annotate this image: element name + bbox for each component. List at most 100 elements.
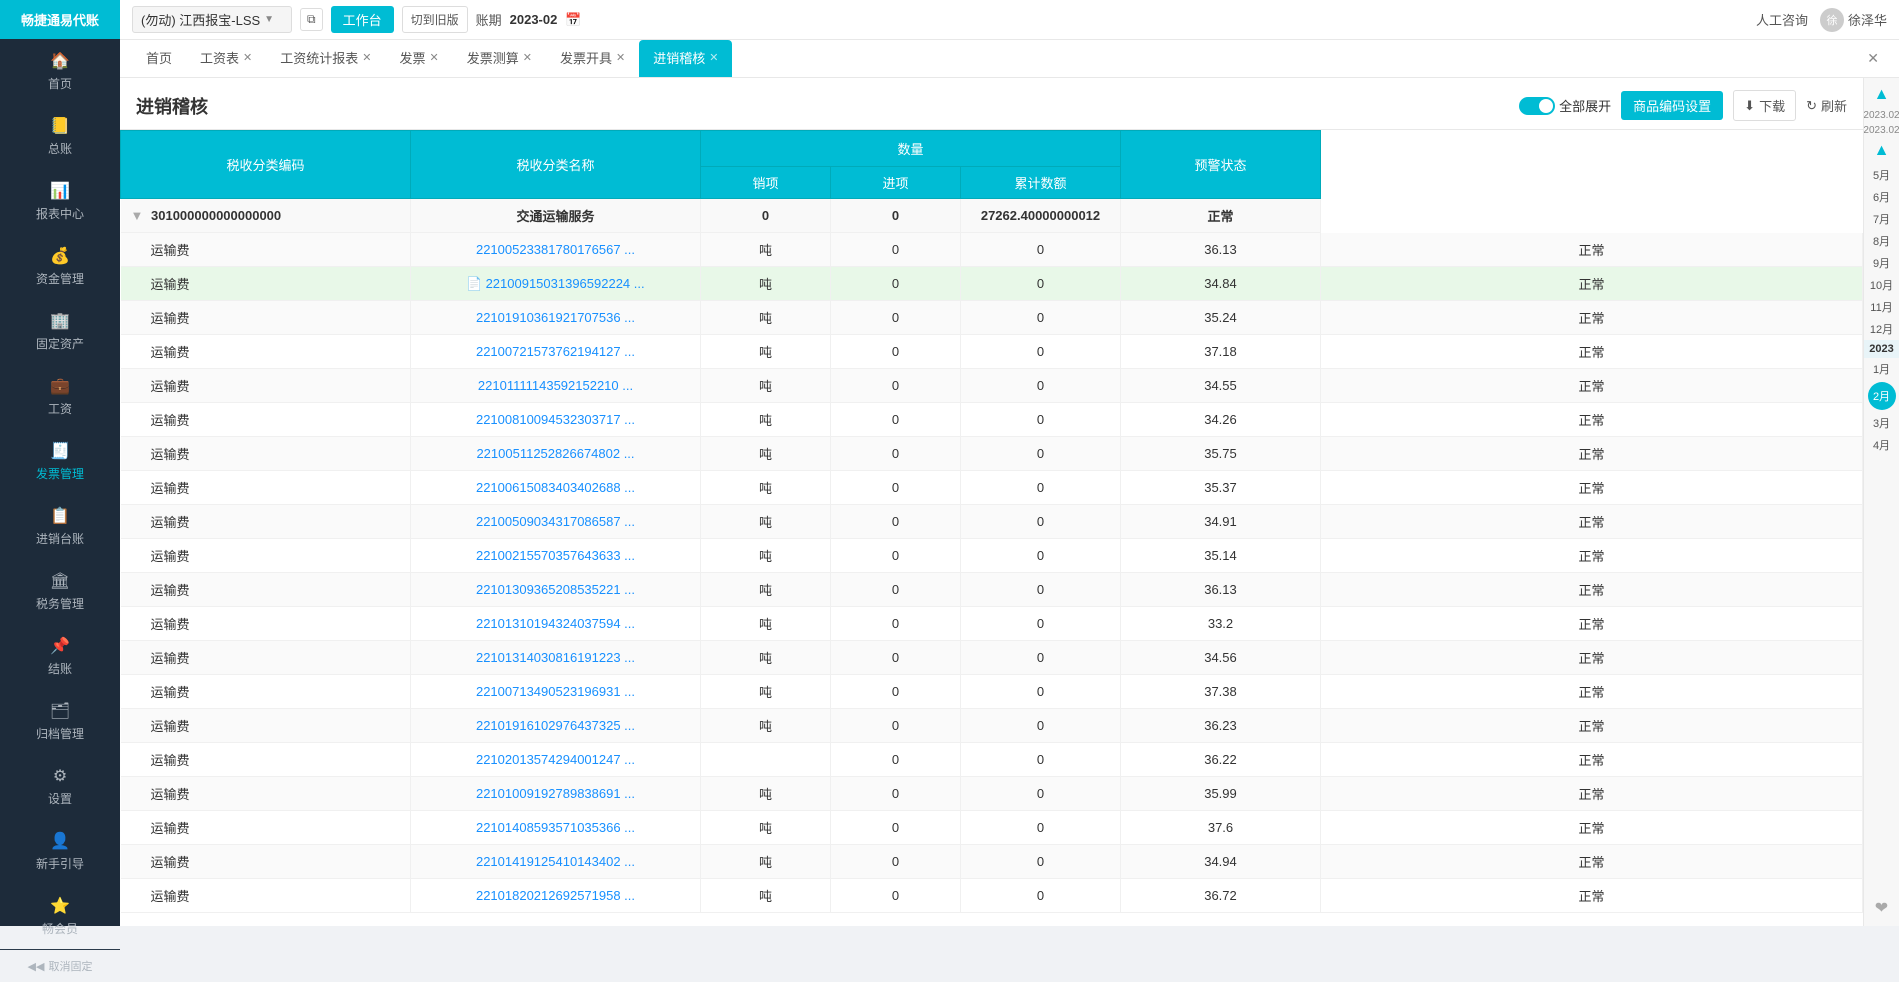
page-title: 进销稽核	[136, 93, 208, 119]
timeline-month-5[interactable]: 5月	[1864, 164, 1899, 186]
row-name: 运输费	[121, 437, 411, 471]
tab-home[interactable]: 首页	[132, 40, 186, 77]
timeline-month-4[interactable]: 4月	[1864, 434, 1899, 456]
row-status: 正常	[1321, 437, 1863, 471]
row-name: 运输费	[121, 369, 411, 403]
sidebar-item-close-accounts[interactable]: 📌 结账	[0, 624, 120, 689]
group-name: 交通运输服务	[411, 199, 701, 233]
row-name: 运输费	[121, 845, 411, 879]
salary-icon: 💼	[50, 376, 70, 396]
close-tab-icon[interactable]: ✕	[1859, 46, 1887, 71]
sidebar-item-tax[interactable]: 🏛 税务管理	[0, 559, 120, 624]
row-cumulative: 35.14	[1121, 539, 1321, 573]
table-row: 运输费221020135742940012​47 ...0036.22正常	[121, 743, 1863, 777]
row-status: 正常	[1321, 641, 1863, 675]
table-row: 运输费221013140308161912​23 ...吨0034.56正常	[121, 641, 1863, 675]
sidebar: 畅捷通易代账 🏠 首页 📒 总账 📊 报表中心 💰 资金管理 🏢 固定资产 💼 …	[0, 0, 120, 926]
timeline-month-3[interactable]: 3月	[1864, 412, 1899, 434]
row-sales: 0	[831, 879, 961, 913]
tab-close-icon[interactable]: ✕	[362, 51, 371, 64]
row-status: 正常	[1321, 845, 1863, 879]
sidebar-item-home[interactable]: 🏠 首页	[0, 39, 120, 104]
tab-close-icon[interactable]: ✕	[616, 51, 625, 64]
goods-code-button[interactable]: 商品编码设置	[1621, 91, 1723, 120]
toggle-knob[interactable]	[1519, 97, 1555, 115]
row-unit: 吨	[701, 573, 831, 607]
row-invoice-no: 221011111435921522​10 ...	[411, 369, 701, 403]
timeline-month-12[interactable]: 12月	[1864, 318, 1899, 340]
tab-close-icon[interactable]: ✕	[243, 51, 252, 64]
tab-label: 发票开具	[560, 48, 612, 67]
row-sales: 0	[831, 267, 961, 301]
row-cumulative: 34.55	[1121, 369, 1321, 403]
calendar-icon[interactable]: 📅	[565, 12, 581, 28]
row-purchase: 0	[961, 811, 1121, 845]
tab-close-icon[interactable]: ✕	[523, 51, 532, 64]
timeline-expand-button[interactable]: ❤	[1871, 894, 1892, 922]
tab-invoice-calc[interactable]: 发票测算 ✕	[453, 40, 546, 77]
timeline-month-9[interactable]: 9月	[1864, 252, 1899, 274]
sidebar-item-settings[interactable]: ⚙ 设置	[0, 754, 120, 819]
row-cumulative: 36.23	[1121, 709, 1321, 743]
unpin-label: 取消固定	[48, 958, 92, 974]
tab-invoice-open[interactable]: 发票开具 ✕	[546, 40, 639, 77]
timeline-month-8[interactable]: 8月	[1864, 230, 1899, 252]
row-cumulative: 35.99	[1121, 777, 1321, 811]
col-sales-header: 销项	[701, 167, 831, 199]
company-selector[interactable]: (勿动) 江西报宝-LSS ▼	[132, 6, 292, 33]
sidebar-item-ledger[interactable]: 📒 总账	[0, 104, 120, 169]
guide-icon: 👤	[50, 831, 70, 851]
row-invoice-no: 221013101943240375​94 ...	[411, 607, 701, 641]
timeline-month-10[interactable]: 10月	[1864, 274, 1899, 296]
timeline-up2-icon[interactable]: ▲	[1870, 138, 1894, 164]
topbar-right: 人工咨询 徐 徐泽华	[1756, 8, 1887, 32]
file-icon: 📄	[466, 276, 482, 291]
sidebar-item-assets[interactable]: 🏢 固定资产	[0, 299, 120, 364]
period-label: 账期	[476, 10, 502, 29]
switch-version-button[interactable]: 切到旧版	[402, 6, 468, 33]
group-purchase: 0	[831, 199, 961, 233]
row-invoice-no: 221018202126925719​58 ...	[411, 879, 701, 913]
timeline-month-7[interactable]: 7月	[1864, 208, 1899, 230]
sidebar-item-label: 进销台账	[36, 530, 84, 547]
app-logo: 畅捷通易代账	[0, 0, 120, 39]
sidebar-item-archive[interactable]: 🗂 归档管理	[0, 689, 120, 754]
unpin-button[interactable]: ◀◀ 取消固定	[0, 949, 120, 982]
tab-salary-table[interactable]: 工资表 ✕	[186, 40, 266, 77]
timeline-month-1[interactable]: 1月	[1864, 358, 1899, 380]
group-status: 正常	[1121, 199, 1321, 233]
row-purchase: 0	[961, 369, 1121, 403]
table-row: 运输费221005233817801765​67 ...吨0036.13正常	[121, 233, 1863, 267]
timeline-month-2[interactable]: 2月	[1868, 382, 1896, 410]
row-cumulative: 34.84	[1121, 267, 1321, 301]
sidebar-item-invoice[interactable]: 🧾 发票管理	[0, 429, 120, 494]
copy-button[interactable]: ⧉	[300, 8, 323, 31]
main-table: 税收分类编码 税收分类名称 数量 预警状态 销项 进项 累计数额	[120, 130, 1863, 913]
download-button[interactable]: ⬇ 下载	[1733, 90, 1796, 121]
sidebar-item-finance[interactable]: 💰 资金管理	[0, 234, 120, 299]
sidebar-item-member[interactable]: ⭐ 畅会员	[0, 884, 120, 949]
tab-invoice[interactable]: 发票 ✕	[385, 40, 452, 77]
tab-sales-audit[interactable]: 进销稽核 ✕	[639, 40, 732, 77]
sidebar-item-guide[interactable]: 👤 新手引导	[0, 819, 120, 884]
expand-toggle[interactable]: 全部展开	[1519, 96, 1611, 115]
refresh-button[interactable]: ↻ 刷新	[1806, 96, 1847, 115]
timeline-up-icon[interactable]: ▲	[1870, 82, 1894, 108]
page-area: 进销稽核 全部展开 商品编码设置 ⬇ 下载 ↻ 刷新	[120, 78, 1863, 926]
collapse-icon[interactable]: ▼	[131, 208, 144, 223]
tab-close-icon[interactable]: ✕	[709, 51, 718, 64]
sidebar-item-salary[interactable]: 💼 工资	[0, 364, 120, 429]
row-purchase: 0	[961, 573, 1121, 607]
tab-salary-report[interactable]: 工资统计报表 ✕	[266, 40, 385, 77]
timeline-month-6[interactable]: 6月	[1864, 186, 1899, 208]
table-row: 运输费221011111435921522​10 ...吨0034.55正常	[121, 369, 1863, 403]
sidebar-item-reports[interactable]: 📊 报表中心	[0, 169, 120, 234]
user-menu[interactable]: 徐 徐泽华	[1820, 8, 1887, 32]
support-label[interactable]: 人工咨询	[1756, 10, 1808, 29]
timeline-month-11[interactable]: 11月	[1864, 296, 1899, 318]
row-sales: 0	[831, 471, 961, 505]
timeline-year-2023-02-2: 2023.02	[1863, 123, 1899, 138]
workbench-button[interactable]: 工作台	[331, 6, 394, 33]
tab-close-icon[interactable]: ✕	[430, 51, 439, 64]
sidebar-item-purchase-sales[interactable]: 📋 进销台账	[0, 494, 120, 559]
